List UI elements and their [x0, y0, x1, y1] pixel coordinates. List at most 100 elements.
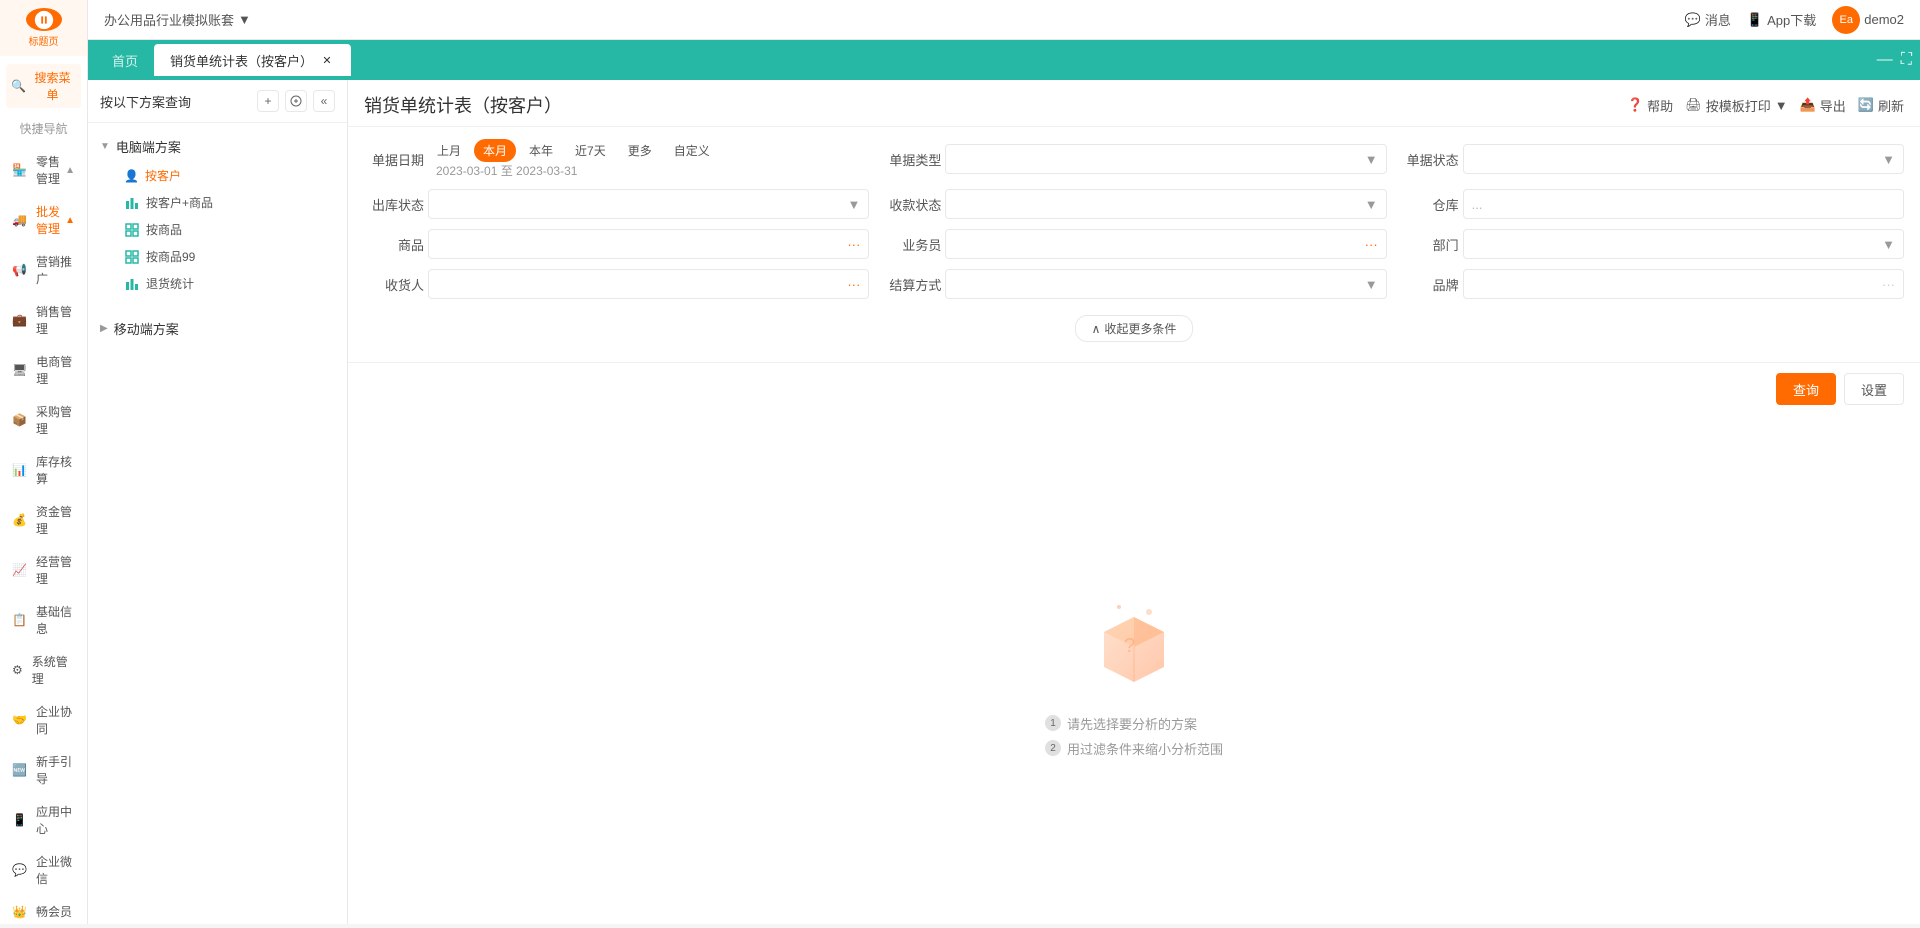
order-status-chevron: ▼	[1882, 152, 1895, 167]
tip-num-1: 1	[1045, 715, 1061, 731]
date-tab-custom[interactable]: 自定义	[665, 139, 719, 162]
settlement-select[interactable]: ▼	[945, 269, 1386, 299]
print-dropdown-icon: ▼	[1775, 98, 1788, 113]
sidebar-item-ecommerce[interactable]: 🖥 电商管理	[0, 345, 87, 395]
dept-cell: 部门 ▼	[1399, 229, 1904, 259]
settings-button[interactable]: 设置	[1844, 373, 1904, 405]
receipt-status-select[interactable]: ▼	[945, 189, 1386, 219]
sidebar-item-marketing[interactable]: 📢 营销推广	[0, 245, 87, 295]
cooperation-icon: 🤝	[12, 713, 27, 727]
basic-icon: 📋	[12, 613, 27, 627]
sales-icon: 💼	[12, 313, 27, 327]
tree-desktop-section[interactable]: ▼ 电脑端方案	[88, 131, 347, 162]
out-status-select[interactable]: ▼	[428, 189, 869, 219]
add-scheme-button[interactable]: +	[257, 90, 279, 112]
empty-state: ? 1 请先选择要分析的方案 2 用过滤条件来缩小分析范围	[348, 415, 1920, 924]
sidebar-item-member[interactable]: 👑 畅会员	[0, 895, 87, 928]
sidebar-item-inventory[interactable]: 📊 库存核算	[0, 445, 87, 495]
sidebar-item-wechat[interactable]: 💬 企业微信	[0, 845, 87, 895]
user-menu[interactable]: Ea demo2	[1832, 6, 1904, 34]
sidebar-item-system[interactable]: ⚙ 系统管理	[0, 645, 87, 695]
page-title: 销货单统计表（按客户）	[364, 92, 562, 118]
export-button[interactable]: 📤 导出	[1800, 96, 1846, 115]
dept-select[interactable]: ▼	[1463, 229, 1904, 259]
date-tab-7days[interactable]: 近7天	[566, 139, 615, 162]
sidebar-item-appcenter[interactable]: 📱 应用中心	[0, 795, 87, 845]
collapse-button[interactable]: ∧ 收起更多条件	[1075, 315, 1194, 342]
date-tab-this-year[interactable]: 本年	[520, 139, 562, 162]
sidebar-item-newguide[interactable]: 🆕 新手引导	[0, 745, 87, 795]
search-menu-button[interactable]: 🔍 搜索菜单	[6, 64, 81, 108]
action-row: 查询 设置	[348, 363, 1920, 415]
tree-item-by-goods99[interactable]: 按商品99	[88, 243, 347, 270]
order-status-select[interactable]: ▼	[1463, 144, 1904, 174]
logo-icon	[26, 8, 62, 31]
maximize-button[interactable]: ⛶	[1901, 51, 1912, 69]
brand-cell: 品牌 ···	[1399, 269, 1904, 299]
app-download-button[interactable]: 📱 App下载	[1747, 10, 1816, 29]
tabbar-actions: — ⛶	[1877, 51, 1912, 69]
consignee-input[interactable]: ···	[428, 269, 869, 299]
tab-close-button[interactable]: ✕	[319, 52, 335, 68]
sidebar-item-operations[interactable]: 📈 经营管理	[0, 545, 87, 595]
by-goods-label: 按商品	[146, 221, 182, 238]
left-panel: 按以下方案查询 + « ▼ 电脑端方案 👤	[88, 80, 348, 924]
collapse-bar: ∧ 收起更多条件	[364, 307, 1904, 350]
sidebar-item-finance[interactable]: 💰 资金管理	[0, 495, 87, 545]
download-icon: 📱	[1747, 12, 1763, 28]
sidebar-item-basic[interactable]: 📋 基础信息	[0, 595, 87, 645]
bar2-chart-icon	[124, 276, 140, 292]
brand-label: 品牌	[1399, 275, 1459, 294]
logo-text: 标题页	[29, 33, 59, 48]
inventory-icon: 📊	[12, 463, 27, 477]
date-tab-last-month[interactable]: 上月	[428, 139, 470, 162]
sidebar-item-retail[interactable]: 🏪 零售管理 ▲	[0, 145, 87, 195]
tab-home[interactable]: 首页	[96, 44, 154, 76]
order-type-select[interactable]: ▼	[945, 144, 1386, 174]
query-button[interactable]: 查询	[1776, 373, 1836, 405]
app-title-dropdown[interactable]: 办公用品行业模拟账套 ▼	[104, 10, 251, 29]
tree-item-by-goods[interactable]: 按商品	[88, 216, 347, 243]
return-stats-label: 退货统计	[146, 275, 194, 292]
expand-arrow-mobile: ▶	[100, 323, 108, 334]
help-icon: ❓	[1627, 97, 1643, 113]
tree-item-return-stats[interactable]: 退货统计	[88, 270, 347, 297]
tab-sales-report[interactable]: 销货单统计表（按客户） ✕	[154, 44, 351, 76]
print-button[interactable]: 🖨 按模板打印 ▼	[1685, 96, 1787, 115]
warehouse-input[interactable]: ...	[1463, 189, 1904, 219]
edit-scheme-button[interactable]	[285, 90, 307, 112]
salesperson-cell: 业务员 ···	[881, 229, 1386, 259]
newguide-icon: 🆕	[12, 763, 27, 777]
help-button[interactable]: ❓ 帮助	[1627, 96, 1673, 115]
topbar-left: 办公用品行业模拟账套 ▼	[104, 10, 251, 29]
by-customer-label: 按客户	[145, 167, 181, 184]
goods-input[interactable]: ···	[428, 229, 869, 259]
collapse-panel-button[interactable]: «	[313, 90, 335, 112]
sidebar-item-purchase[interactable]: 📦 采购管理	[0, 395, 87, 445]
empty-tips: 1 请先选择要分析的方案 2 用过滤条件来缩小分析范围	[1045, 714, 1223, 758]
sidebar-item-sales[interactable]: 💼 销售管理	[0, 295, 87, 345]
brand-input[interactable]: ···	[1463, 269, 1904, 299]
date-tab-more[interactable]: 更多	[619, 139, 661, 162]
order-status-cell: 单据状态 ▼	[1399, 139, 1904, 179]
by-customer-goods-label: 按客户+商品	[146, 194, 213, 211]
goods-dots: ···	[847, 237, 860, 252]
ecommerce-icon: 🖥	[12, 363, 27, 377]
system-icon: ⚙	[12, 663, 23, 677]
warehouse-label: 仓库	[1399, 195, 1459, 214]
right-header: 销货单统计表（按客户） ❓ 帮助 🖨 按模板打印 ▼ 📤 导出	[348, 80, 1920, 127]
order-status-label: 单据状态	[1399, 150, 1459, 169]
tree-item-by-customer-goods[interactable]: 按客户+商品	[88, 189, 347, 216]
sidebar-item-wholesale[interactable]: 🚚 批发管理 ▲	[0, 195, 87, 245]
tree-item-by-customer[interactable]: 👤 按客户	[88, 162, 347, 189]
minimize-button[interactable]: —	[1877, 51, 1893, 69]
refresh-button[interactable]: 🔄 刷新	[1858, 96, 1904, 115]
sidebar-item-cooperation[interactable]: 🤝 企业协同	[0, 695, 87, 745]
date-tab-this-month[interactable]: 本月	[474, 139, 516, 162]
date-label: 单据日期	[364, 150, 424, 169]
salesperson-input[interactable]: ···	[945, 229, 1386, 259]
finance-icon: 💰	[12, 513, 27, 527]
settlement-cell: 结算方式 ▼	[881, 269, 1386, 299]
message-button[interactable]: 💬 消息	[1685, 10, 1731, 29]
tree-mobile-section[interactable]: ▶ 移动端方案	[88, 313, 347, 344]
